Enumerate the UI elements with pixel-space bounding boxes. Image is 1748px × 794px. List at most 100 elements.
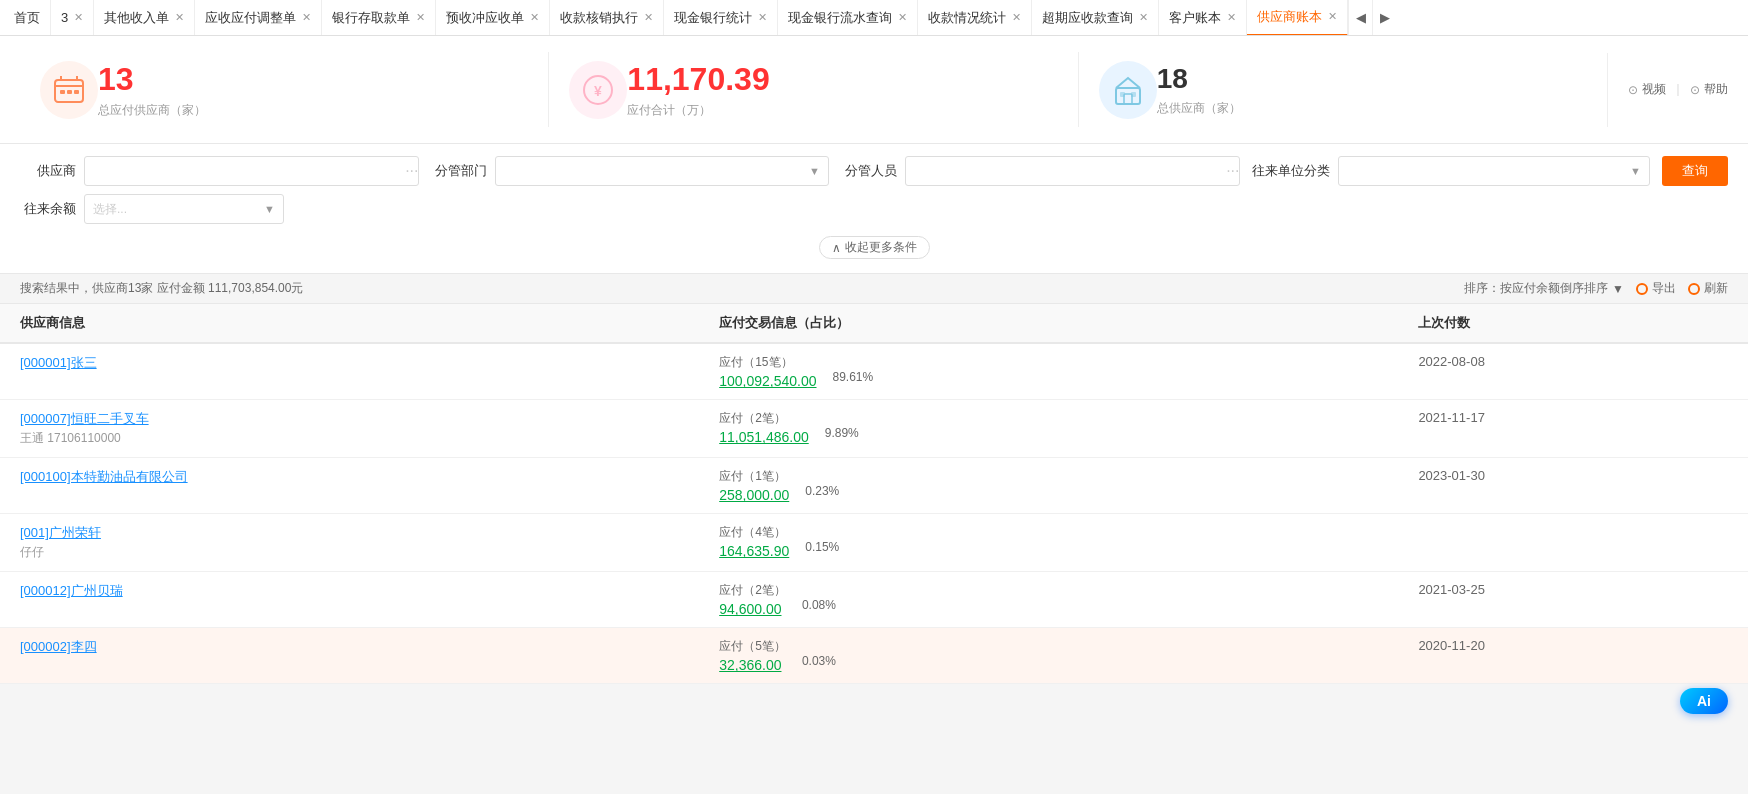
nav-tab-home[interactable]: 首页 [4, 0, 51, 36]
nav-tab-ar-ap-close[interactable]: ✕ [302, 11, 311, 24]
nav-tab-bank-deposit-close[interactable]: ✕ [416, 11, 425, 24]
supplier-link[interactable]: [001]广州荣轩 [20, 525, 101, 540]
nav-tab-receipt-stat[interactable]: 收款情况统计 ✕ [918, 0, 1032, 36]
person-input[interactable] [905, 156, 1240, 186]
table-row: [000002]李四应付（5笔）32,366.000.03%2020-11-20 [0, 628, 1748, 684]
svg-text:¥: ¥ [594, 83, 602, 99]
svg-rect-6 [74, 90, 79, 94]
refresh-icon [1688, 283, 1700, 295]
tx-amount[interactable]: 32,366.00 [719, 657, 786, 673]
nav-tab-other-income[interactable]: 其他收入单 ✕ [94, 0, 195, 36]
supplier-link[interactable]: [000007]恒旺二手叉车 [20, 411, 149, 426]
supplier-ap-icon [40, 61, 98, 119]
export-label: 导出 [1652, 280, 1676, 297]
filter-person: 分管人员 ··· [841, 156, 1240, 186]
filter-row-1: 供应商 ··· 分管部门 ▼ 分管人员 ··· 往来单位分类 ▼ 查询 [20, 156, 1728, 186]
sort-label: 排序：按应付余额倒序排序 [1464, 280, 1608, 297]
tx-label: 应付（2笔） [719, 583, 786, 597]
table-row: [000001]张三应付（15笔）100,092,540.0089.61%202… [0, 343, 1748, 400]
supplier-link[interactable]: [000100]本特勤油品有限公司 [20, 469, 188, 484]
tx-percent: 89.61% [833, 370, 874, 384]
card3-number: 18 [1157, 62, 1241, 96]
nav-tab-ar-ap-adjust[interactable]: 应收应付调整单 ✕ [195, 0, 322, 36]
top-nav: 首页 3 ✕ 其他收入单 ✕ 应收应付调整单 ✕ 银行存取款单 ✕ 预收冲应收单… [0, 0, 1748, 36]
nav-tab-other-income-close[interactable]: ✕ [175, 11, 184, 24]
table-body: [000001]张三应付（15笔）100,092,540.0089.61%202… [0, 343, 1748, 684]
nav-tab-overdue-close[interactable]: ✕ [1139, 11, 1148, 24]
svg-rect-10 [1124, 94, 1132, 104]
col-tx-info: 应付交易信息（占比） [699, 304, 1398, 343]
tx-label: 应付（5笔） [719, 639, 786, 653]
filter-dept: 分管部门 ▼ [431, 156, 830, 186]
last-pay-date: 2021-03-25 [1398, 572, 1748, 628]
ai-badge[interactable]: Ai [1680, 688, 1728, 714]
svg-rect-5 [67, 90, 72, 94]
collapse-icon: ∧ [832, 241, 841, 255]
export-button[interactable]: 导出 [1636, 280, 1676, 297]
supplier-link[interactable]: [000012]广州贝瑞 [20, 583, 123, 598]
nav-tab-customer-close[interactable]: ✕ [1227, 11, 1236, 24]
nav-tab-3[interactable]: 3 ✕ [51, 0, 94, 36]
nav-tab-3-close[interactable]: ✕ [74, 11, 83, 24]
nav-tab-prepay-close[interactable]: ✕ [530, 11, 539, 24]
tx-label: 应付（2笔） [719, 411, 786, 425]
person-label: 分管人员 [841, 162, 897, 180]
tx-amount[interactable]: 94,600.00 [719, 601, 786, 617]
collapse-button[interactable]: ∧ 收起更多条件 [819, 236, 930, 259]
nav-tab-bank-deposit[interactable]: 银行存取款单 ✕ [322, 0, 436, 36]
balance-placeholder: 选择... [93, 201, 127, 218]
table-row: [000100]本特勤油品有限公司应付（1笔）258,000.000.23%20… [0, 458, 1748, 514]
nav-tab-customer[interactable]: 客户账本 ✕ [1159, 0, 1247, 36]
table-row: [001]广州荣轩仔仔应付（4笔）164,635.900.15% [0, 514, 1748, 572]
table-row: [000007]恒旺二手叉车王通 17106110000应付（2笔）11,051… [0, 400, 1748, 458]
supplier-input[interactable] [84, 156, 419, 186]
tx-amount[interactable]: 11,051,486.00 [719, 429, 809, 445]
top-right-links: ⊙ 视频 ｜ ⊙ 帮助 [1608, 81, 1728, 98]
nav-tab-receipt-stat-close[interactable]: ✕ [1012, 11, 1021, 24]
nav-tab-cash-flow-label: 现金银行流水查询 [788, 9, 892, 27]
nav-tab-prepay[interactable]: 预收冲应收单 ✕ [436, 0, 550, 36]
help-link[interactable]: 帮助 [1704, 81, 1728, 98]
balance-arrow: ▼ [264, 203, 275, 215]
refresh-button[interactable]: 刷新 [1688, 280, 1728, 297]
total-supplier-icon [1099, 61, 1157, 119]
card2-content: 11,170.39 应付合计（万） [627, 60, 769, 119]
ap-total-icon: ¥ [569, 61, 627, 119]
summary-card-1: 13 总应付供应商（家） [20, 52, 549, 127]
filter-section: 供应商 ··· 分管部门 ▼ 分管人员 ··· 往来单位分类 ▼ 查询 往来余额 [0, 144, 1748, 274]
filter-row-2: 往来余额 选择... ▼ [20, 194, 420, 224]
nav-prev-arrow[interactable]: ◀ [1348, 0, 1372, 36]
nav-tab-cash-flow-close[interactable]: ✕ [898, 11, 907, 24]
category-select[interactable]: ▼ [1338, 156, 1651, 186]
result-bar-right: 排序：按应付余额倒序排序 ▼ 导出 刷新 [1464, 280, 1728, 297]
balance-select[interactable]: 选择... ▼ [84, 194, 284, 224]
summary-section: 13 总应付供应商（家） ¥ 11,170.39 应付合计（万） 1 [0, 36, 1748, 144]
tx-percent: 0.08% [802, 598, 836, 612]
supplier-link[interactable]: [000001]张三 [20, 355, 97, 370]
supplier-link[interactable]: [000002]李四 [20, 639, 97, 654]
category-arrow: ▼ [1630, 165, 1641, 177]
video-link[interactable]: 视频 [1642, 81, 1666, 98]
nav-tab-receipt-close[interactable]: ✕ [644, 11, 653, 24]
tx-amount[interactable]: 100,092,540.00 [719, 373, 816, 389]
nav-tab-customer-label: 客户账本 [1169, 9, 1221, 27]
nav-tab-cash-flow[interactable]: 现金银行流水查询 ✕ [778, 0, 918, 36]
tx-amount[interactable]: 164,635.90 [719, 543, 789, 559]
category-label: 往来单位分类 [1252, 162, 1330, 180]
nav-tab-cash-bank[interactable]: 现金银行统计 ✕ [664, 0, 778, 36]
nav-tab-supplier[interactable]: 供应商账本 ✕ [1247, 0, 1348, 36]
nav-tab-supplier-label: 供应商账本 [1257, 8, 1322, 26]
nav-tab-other-income-label: 其他收入单 [104, 9, 169, 27]
tx-percent: 9.89% [825, 426, 859, 440]
nav-tab-receipt[interactable]: 收款核销执行 ✕ [550, 0, 664, 36]
filter-supplier: 供应商 ··· [20, 156, 419, 186]
sort-dropdown[interactable]: 排序：按应付余额倒序排序 ▼ [1464, 280, 1624, 297]
nav-tab-overdue[interactable]: 超期应收款查询 ✕ [1032, 0, 1159, 36]
nav-next-arrow[interactable]: ▶ [1372, 0, 1396, 36]
dept-select[interactable]: ▼ [495, 156, 830, 186]
nav-tab-cash-bank-close[interactable]: ✕ [758, 11, 767, 24]
supplier-table: 供应商信息 应付交易信息（占比） 上次付数 [000001]张三应付（15笔）1… [0, 304, 1748, 684]
nav-tab-supplier-close[interactable]: ✕ [1328, 10, 1337, 23]
tx-amount[interactable]: 258,000.00 [719, 487, 789, 503]
query-button[interactable]: 查询 [1662, 156, 1728, 186]
